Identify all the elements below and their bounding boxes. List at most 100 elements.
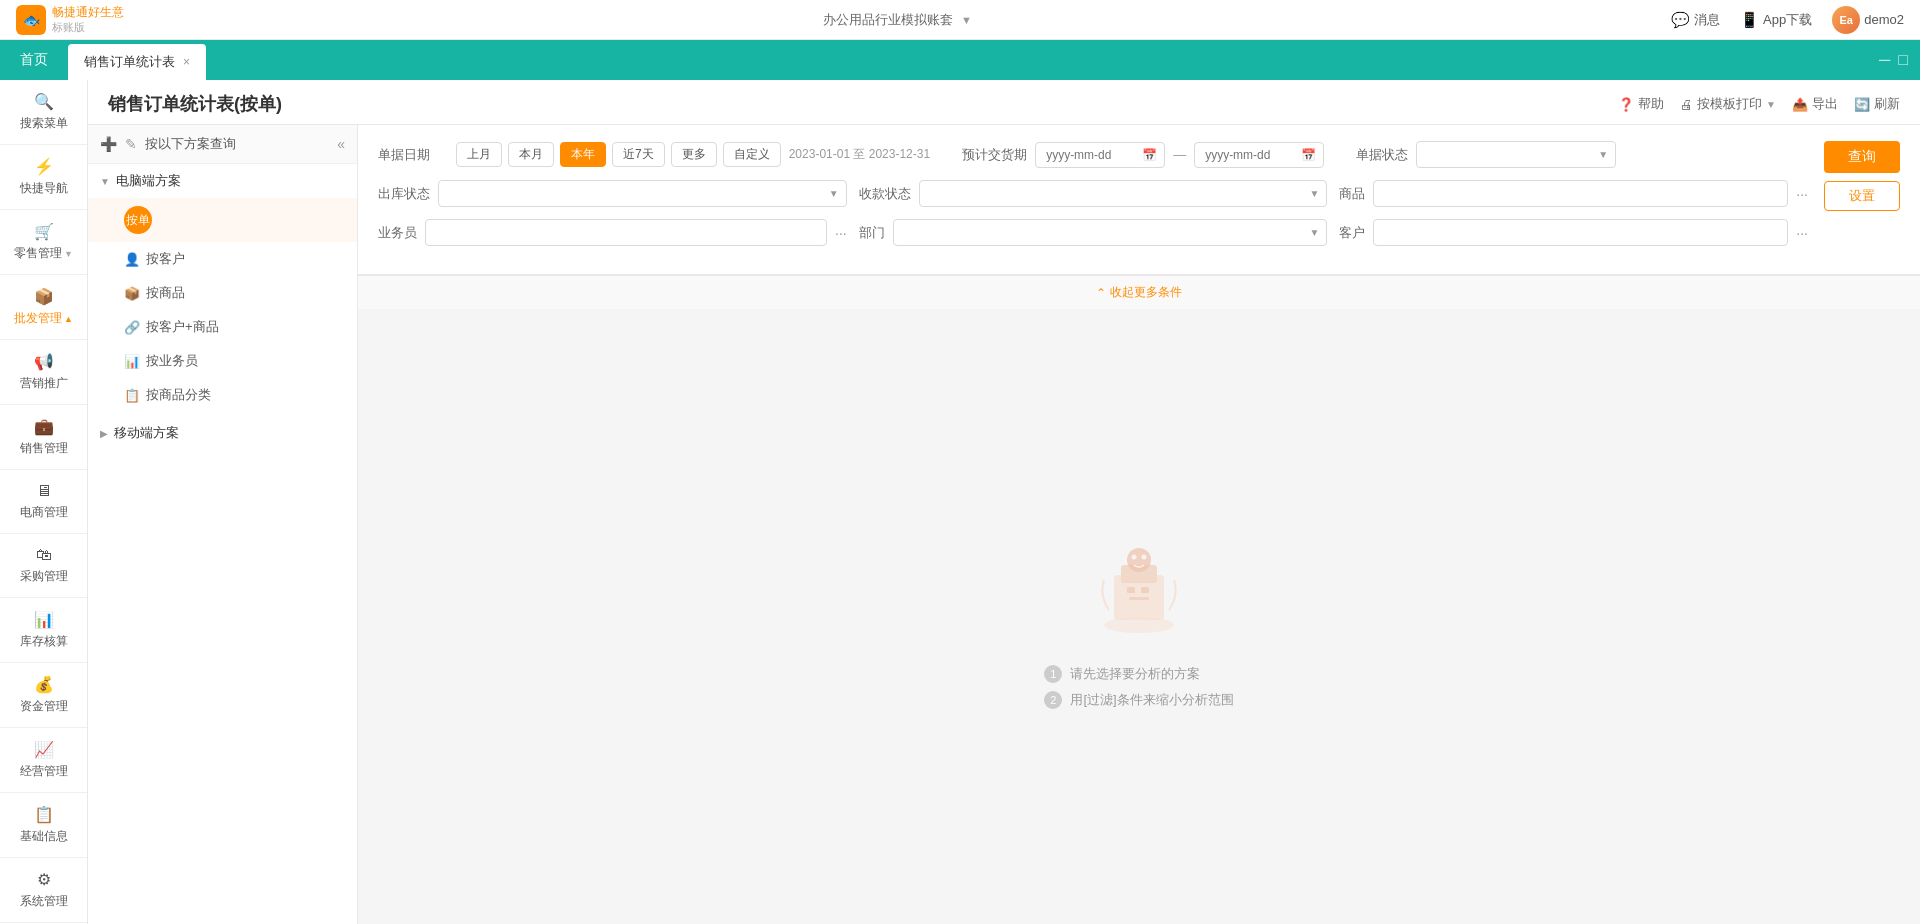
workspace-name: 办公用品行业模拟账套 <box>823 11 953 29</box>
settings-btn[interactable]: 设置 <box>1824 181 1900 211</box>
tab-active[interactable]: 销售订单统计表 × <box>68 44 206 80</box>
system-icon: ⚙ <box>37 870 51 889</box>
bill-status-select[interactable] <box>1416 141 1616 168</box>
sales-icon: 💼 <box>34 417 54 436</box>
page-actions: ❓ 帮助 🖨 按模板打印 ▼ 📤 导出 🔄 刷新 <box>1618 95 1900 113</box>
scheme-item-goods[interactable]: 📦 按商品 <box>88 276 357 310</box>
minimize-btn[interactable]: ─ <box>1879 51 1890 69</box>
active-scheme-icon: 按单 <box>124 206 152 234</box>
scheme-item-salesman[interactable]: 📊 按业务员 <box>88 344 357 378</box>
this-year-btn[interactable]: 本年 <box>560 142 606 167</box>
pc-section-header[interactable]: ▼ 电脑端方案 <box>88 164 357 198</box>
help-btn[interactable]: ❓ 帮助 <box>1618 95 1664 113</box>
empty-tip-2: 2 用[过滤]条件来缩小分析范围 <box>1044 691 1233 709</box>
scheme-item-customer-goods[interactable]: 🔗 按客户+商品 <box>88 310 357 344</box>
scheme-item-customer[interactable]: 👤 按客户 <box>88 242 357 276</box>
goods-scheme-label: 按商品 <box>146 284 185 302</box>
logo-icon: 🐟 <box>16 5 46 35</box>
tip-text-1: 请先选择要分析的方案 <box>1070 665 1200 683</box>
goods-more-btn[interactable]: ··· <box>1796 186 1808 202</box>
sidebar-item-purchase[interactable]: 🛍 采购管理 <box>0 534 87 598</box>
goods-input[interactable] <box>1373 180 1788 207</box>
customer-more-btn[interactable]: ··· <box>1796 225 1808 241</box>
sidebar-item-marketing[interactable]: 📢 营销推广 <box>0 340 87 405</box>
date-range-display: 2023-01-01 至 2023-12-31 <box>789 146 930 163</box>
page-header: 销售订单统计表(按单) ❓ 帮助 🖨 按模板打印 ▼ 📤 导出 🔄 刷新 <box>88 80 1920 125</box>
app-download-btn[interactable]: 📱 App下载 <box>1740 11 1812 29</box>
collapse-panel-btn[interactable]: « <box>337 136 345 152</box>
tip-num-1: 1 <box>1044 665 1062 683</box>
date-start-icon: 📅 <box>1142 148 1157 162</box>
sidebar-item-finance[interactable]: 💰 资金管理 <box>0 663 87 728</box>
empty-tip-1: 1 请先选择要分析的方案 <box>1044 665 1233 683</box>
tab-close-btn[interactable]: × <box>183 55 190 69</box>
tab-home[interactable]: 首页 <box>0 40 68 80</box>
collapse-more-btn[interactable]: ⌃ 收起更多条件 <box>358 275 1920 309</box>
sidebar-item-basicinfo[interactable]: 📋 基础信息 <box>0 793 87 858</box>
customer-input[interactable] <box>1373 219 1788 246</box>
username: demo2 <box>1864 12 1904 27</box>
collection-status-select[interactable] <box>919 180 1328 207</box>
empty-tips: 1 请先选择要分析的方案 2 用[过滤]条件来缩小分析范围 <box>1044 665 1233 709</box>
workspace-area[interactable]: 办公用品行业模拟账套 ▼ <box>823 11 972 29</box>
this-month-btn[interactable]: 本月 <box>508 142 554 167</box>
scheme-item-active[interactable]: 按单 <box>88 198 357 242</box>
salesman-more-btn[interactable]: ··· <box>835 225 847 241</box>
wholesale-arrow: ▲ <box>64 314 73 324</box>
last-7-days-btn[interactable]: 近7天 <box>612 142 665 167</box>
sidebar-item-system[interactable]: ⚙ 系统管理 <box>0 858 87 923</box>
operations-icon: 📈 <box>34 740 54 759</box>
bill-status-label: 单据状态 <box>1356 146 1408 164</box>
tip-num-2: 2 <box>1044 691 1062 709</box>
last-month-btn[interactable]: 上月 <box>456 142 502 167</box>
sidebar-item-inventory[interactable]: 📊 库存核算 <box>0 598 87 663</box>
workspace-arrow[interactable]: ▼ <box>961 14 972 26</box>
ship-status-select[interactable] <box>438 180 847 207</box>
sidebar-item-ecommerce[interactable]: 🖥 电商管理 <box>0 470 87 534</box>
purchase-icon: 🛍 <box>36 546 52 564</box>
customer-goods-icon: 🔗 <box>124 320 140 335</box>
category-scheme-icon: 📋 <box>124 388 140 403</box>
query-btn[interactable]: 查询 <box>1824 141 1900 173</box>
sidebar-item-search[interactable]: 🔍 搜索菜单 <box>0 80 87 145</box>
top-right-actions: 💬 消息 📱 App下载 Ea demo2 <box>1671 6 1904 34</box>
sidebar-item-retail[interactable]: 🛒 零售管理 ▼ <box>0 210 87 275</box>
split-layout: ➕ ✎ 按以下方案查询 « ▼ 电脑端方案 按单 👤 按客户 <box>88 125 1920 924</box>
svg-point-4 <box>1132 554 1137 559</box>
quicknav-icon: ⚡ <box>34 157 54 176</box>
edit-scheme-btn[interactable]: ✎ <box>125 136 137 152</box>
message-btn[interactable]: 💬 消息 <box>1671 11 1720 29</box>
maximize-btn[interactable]: □ <box>1898 51 1908 69</box>
add-scheme-btn[interactable]: ➕ <box>100 136 117 152</box>
help-icon: ❓ <box>1618 97 1634 112</box>
template-print-btn[interactable]: 🖨 按模板打印 ▼ <box>1680 95 1776 113</box>
logo-text: 畅捷通好生意 标账版 <box>52 5 124 35</box>
salesman-input[interactable] <box>425 219 827 246</box>
goods-label: 商品 <box>1339 185 1365 203</box>
message-icon: 💬 <box>1671 11 1690 29</box>
main-layout: 🔍 搜索菜单 ⚡ 快捷导航 🛒 零售管理 ▼ 📦 批发管理 ▲ 📢 营销推广 <box>0 80 1920 924</box>
svg-rect-6 <box>1127 587 1135 593</box>
user-area[interactable]: Ea demo2 <box>1832 6 1904 34</box>
export-btn[interactable]: 📤 导出 <box>1792 95 1838 113</box>
content-area: 销售订单统计表(按单) ❓ 帮助 🖨 按模板打印 ▼ 📤 导出 🔄 刷新 <box>88 80 1920 924</box>
custom-date-btn[interactable]: 自定义 <box>723 142 781 167</box>
page-title: 销售订单统计表(按单) <box>108 92 282 116</box>
salesman-label: 业务员 <box>378 224 417 242</box>
tab-bar-right: ─ □ <box>1879 51 1920 69</box>
sidebar-item-operations[interactable]: 📈 经营管理 <box>0 728 87 793</box>
sidebar-item-sales[interactable]: 💼 销售管理 <box>0 405 87 470</box>
sidebar: 🔍 搜索菜单 ⚡ 快捷导航 🛒 零售管理 ▼ 📦 批发管理 ▲ 📢 营销推广 <box>0 80 88 924</box>
sidebar-item-quicknav[interactable]: ⚡ 快捷导航 <box>0 145 87 210</box>
pc-section-arrow: ▼ <box>100 176 110 187</box>
mobile-section-header[interactable]: ▶ 移动端方案 <box>88 416 357 450</box>
logo-area: 🐟 畅捷通好生意 标账版 <box>16 5 124 35</box>
department-select[interactable] <box>893 219 1328 246</box>
refresh-btn[interactable]: 🔄 刷新 <box>1854 95 1900 113</box>
tip-text-2: 用[过滤]条件来缩小分析范围 <box>1070 691 1233 709</box>
scheme-item-category[interactable]: 📋 按商品分类 <box>88 378 357 412</box>
sidebar-item-wholesale[interactable]: 📦 批发管理 ▲ <box>0 275 87 340</box>
more-date-btn[interactable]: 更多 <box>671 142 717 167</box>
svg-rect-7 <box>1141 587 1149 593</box>
top-header: 🐟 畅捷通好生意 标账版 办公用品行业模拟账套 ▼ 💬 消息 📱 App下载 E… <box>0 0 1920 40</box>
